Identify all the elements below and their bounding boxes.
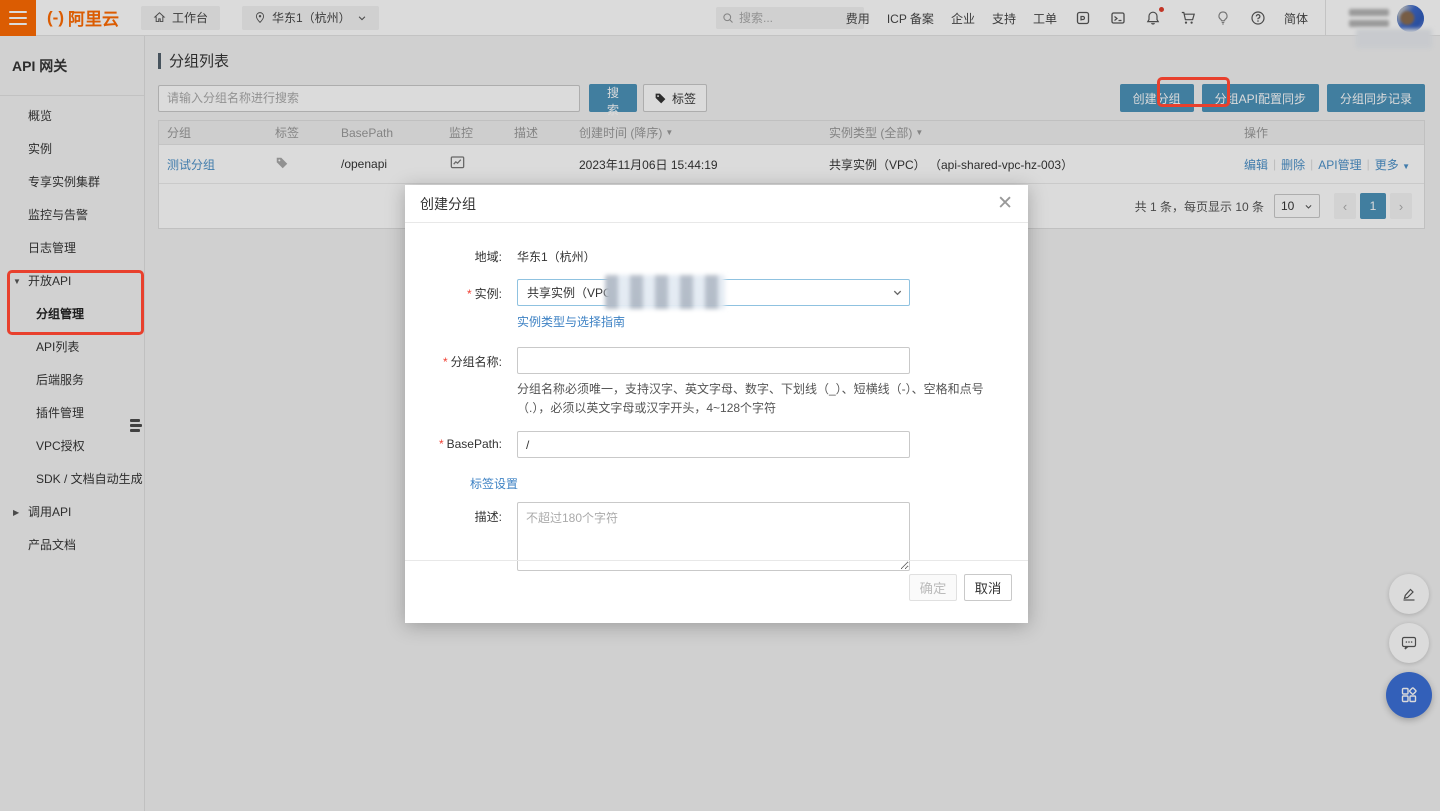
basepath-row: *BasePath: — [405, 431, 1028, 458]
group-name-row: *分组名称: 分组名称必须唯一，支持汉字、英文字母、数字、下划线（_）、短横线（… — [405, 347, 1028, 417]
cancel-button[interactable]: 取消 — [964, 574, 1012, 601]
basepath-label: *BasePath: — [405, 431, 517, 458]
required-asterisk: * — [439, 437, 444, 451]
modal-title: 创建分组 — [420, 194, 476, 214]
instance-name-blurred — [605, 275, 725, 309]
tag-settings-link[interactable]: 标签设置 — [470, 475, 518, 492]
create-group-modal: 创建分组 ✕ 地域: 华东1（杭州） *实例: 共享实例（VPC） 实例类型与选… — [405, 185, 1028, 623]
group-name-label: *分组名称: — [405, 347, 517, 417]
region-value: 华东1（杭州） — [517, 242, 910, 265]
confirm-button[interactable]: 确定 — [909, 574, 957, 601]
group-name-help: 分组名称必须唯一，支持汉字、英文字母、数字、下划线（_）、短横线（-）、空格和点… — [517, 380, 989, 417]
instance-guide-link[interactable]: 实例类型与选择指南 — [517, 313, 625, 330]
chevron-down-icon — [892, 287, 903, 298]
instance-row: *实例: 共享实例（VPC） 实例类型与选择指南 — [405, 279, 1028, 330]
instance-label: *实例: — [405, 279, 517, 330]
region-label: 地域: — [405, 242, 517, 265]
close-icon[interactable]: ✕ — [997, 194, 1013, 213]
required-asterisk: * — [467, 287, 472, 301]
basepath-input[interactable] — [517, 431, 910, 458]
group-name-input[interactable] — [517, 347, 910, 374]
required-asterisk: * — [443, 355, 448, 369]
region-row: 地域: 华东1（杭州） — [405, 242, 1028, 265]
